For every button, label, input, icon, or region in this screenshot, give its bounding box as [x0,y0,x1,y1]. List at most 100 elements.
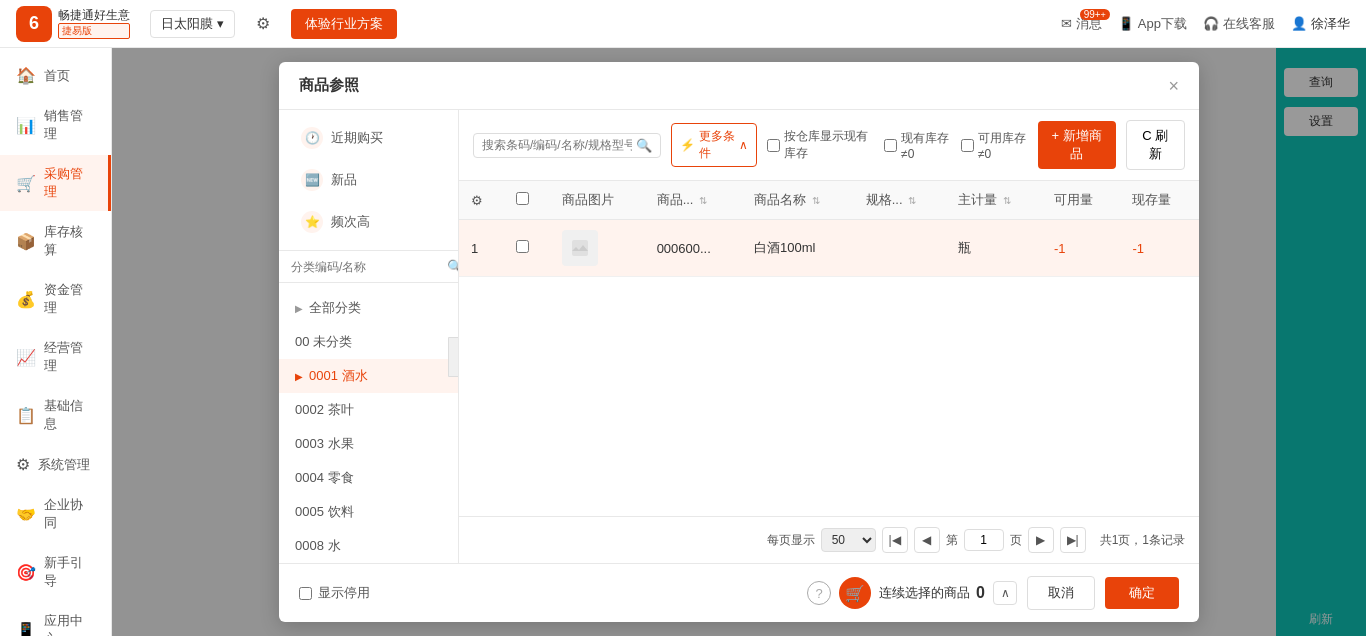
settings-icon-btn[interactable]: ⚙ [247,8,279,40]
col-unit[interactable]: 主计量 ⇅ [946,181,1041,220]
available-nonzero-input[interactable] [961,139,974,152]
row-spec [854,220,947,277]
prev-page-btn[interactable]: ◀ [914,527,940,553]
finance-icon: 💰 [16,290,36,309]
category-item-0005[interactable]: 0005 饮料 [279,495,458,529]
category-search-input[interactable] [291,260,441,274]
filter-icon: ⚡ [680,138,695,152]
add-product-button[interactable]: + 新增商品 [1038,121,1116,169]
new-product-btn[interactable]: 🆕 新品 [291,162,446,198]
collapse-footer-btn[interactable]: ∧ [993,581,1017,605]
message-icon: ✉ [1061,16,1072,31]
category-label-0004: 0004 零食 [295,469,354,487]
category-search-icon[interactable]: 🔍 [447,259,459,274]
store-selector[interactable]: 日太阳膜 ▾ [150,10,235,38]
per-page-select[interactable]: 50 10 20 100 [821,528,876,552]
category-item-all[interactable]: ▶ 全部分类 [279,291,458,325]
col-code[interactable]: 商品... ⇅ [645,181,742,220]
app-download-btn[interactable]: 📱 App下载 [1118,15,1187,33]
user-area[interactable]: 👤 徐泽华 [1291,15,1350,33]
cart-area: ? 🛒 连续选择的商品 0 ∧ [807,577,1017,609]
sidebar-item-sales[interactable]: 📊 销售管理 [0,97,111,153]
select-all-checkbox[interactable] [516,192,529,205]
category-item-00[interactable]: 00 未分类 [279,325,458,359]
display-disabled-checkbox[interactable]: 显示停用 [299,584,370,602]
sidebar-item-home[interactable]: 🏠 首页 [0,56,111,95]
new-icon: 🆕 [301,169,323,191]
row-available: -1 [1042,220,1120,277]
col-image: 商品图片 [550,181,645,220]
message-btn[interactable]: ✉ 消息 99++ [1061,15,1102,33]
continuous-select-label: 连续选择的商品 0 [879,584,985,602]
online-service-label: 在线客服 [1223,15,1275,33]
high-frequency-btn[interactable]: ⭐ 频次高 [291,204,446,240]
collapse-panel-button[interactable]: 《 [448,337,459,377]
search-magnify-icon[interactable]: 🔍 [636,138,652,153]
dropdown-arrow-icon: ▾ [217,16,224,31]
arrow-active-icon: ▶ [295,371,303,382]
navbar-right: ✉ 消息 99++ 📱 App下载 🎧 在线客服 👤 徐泽华 [1061,15,1350,33]
sidebar-label-purchase: 采购管理 [44,165,92,201]
recent-purchase-btn[interactable]: 🕐 近期购买 [291,120,446,156]
category-item-0002[interactable]: 0002 茶叶 [279,393,458,427]
next-page-btn[interactable]: ▶ [1028,527,1054,553]
help-icon-btn[interactable]: ? [807,581,831,605]
available-nonzero-checkbox[interactable]: 可用库存≠0 [961,130,1028,161]
col-gear[interactable]: ⚙ [459,181,504,220]
cancel-button[interactable]: 取消 [1027,576,1095,610]
sidebar-item-operations[interactable]: 📈 经营管理 [0,329,111,385]
category-label-0001: 0001 酒水 [309,367,368,385]
product-search-wrapper: 🔍 [473,133,661,158]
category-label-all: 全部分类 [309,299,361,317]
confirm-button[interactable]: 确定 [1105,577,1179,609]
sidebar-item-collab[interactable]: 🤝 企业协同 [0,486,111,542]
row-num: 1 [459,220,504,277]
col-name[interactable]: 商品名称 ⇅ [742,181,854,220]
sidebar-label-basic: 基础信息 [44,397,95,433]
guide-icon: 🎯 [16,563,36,582]
category-label-0008: 0008 水 [295,537,341,555]
modal-close-button[interactable]: × [1168,77,1179,95]
sidebar-label-guide: 新手引导 [44,554,95,590]
category-item-0008[interactable]: 0008 水 [279,529,458,563]
sidebar-item-appcenter[interactable]: 📱 应用中心 [0,602,111,636]
stock-nonzero-input[interactable] [884,139,897,152]
row-checkbox [504,220,550,277]
category-item-0003[interactable]: 0003 水果 [279,427,458,461]
product-search-input[interactable] [482,138,632,152]
row-name: 白酒100ml [742,220,854,277]
home-icon: 🏠 [16,66,36,85]
category-search-box: 🔍 [279,251,458,283]
pagination-bar: 每页显示 50 10 20 100 |◀ ◀ 第 页 ▶ ▶| [459,516,1199,563]
sidebar-item-inventory[interactable]: 📦 库存核算 [0,213,111,269]
page-number-input[interactable] [964,529,1004,551]
high-frequency-label: 频次高 [331,213,370,231]
category-item-0004[interactable]: 0004 零食 [279,461,458,495]
sidebar-label-home: 首页 [44,67,70,85]
sidebar-item-guide[interactable]: 🎯 新手引导 [0,544,111,600]
sidebar-item-finance[interactable]: 💰 资金管理 [0,271,111,327]
first-page-btn[interactable]: |◀ [882,527,908,553]
stock-nonzero-checkbox[interactable]: 现有库存≠0 [884,130,951,161]
table-row[interactable]: 1 000600... 白酒100ml [459,220,1199,277]
warehouse-checkbox-input[interactable] [767,139,780,152]
sales-icon: 📊 [16,116,36,135]
category-item-0001[interactable]: ▶ 0001 酒水 [279,359,458,393]
col-spec[interactable]: 规格... ⇅ [854,181,947,220]
category-nav-top: 🕐 近期购买 🆕 新品 ⭐ 频次高 [279,110,458,251]
cart-button[interactable]: 🛒 [839,577,871,609]
headset-icon: 🎧 [1203,16,1219,31]
warehouse-filter-checkbox[interactable]: 按仓库显示现有库存 [767,128,874,162]
message-badge: 99++ [1080,9,1110,20]
sidebar-item-basic[interactable]: 📋 基础信息 [0,387,111,443]
display-disabled-input[interactable] [299,587,312,600]
more-filter-button[interactable]: ⚡ 更多条件 ∧ [671,123,757,167]
last-page-btn[interactable]: ▶| [1060,527,1086,553]
logo-area: 6 畅捷通好生意 捷易版 [16,6,130,42]
experience-button[interactable]: 体验行业方案 [291,9,397,39]
online-service-btn[interactable]: 🎧 在线客服 [1203,15,1275,33]
sidebar-item-system[interactable]: ⚙ 系统管理 [0,445,111,484]
row-checkbox-input[interactable] [516,240,529,253]
refresh-button[interactable]: C 刷新 [1126,120,1185,170]
sidebar-item-purchase[interactable]: 🛒 采购管理 [0,155,111,211]
